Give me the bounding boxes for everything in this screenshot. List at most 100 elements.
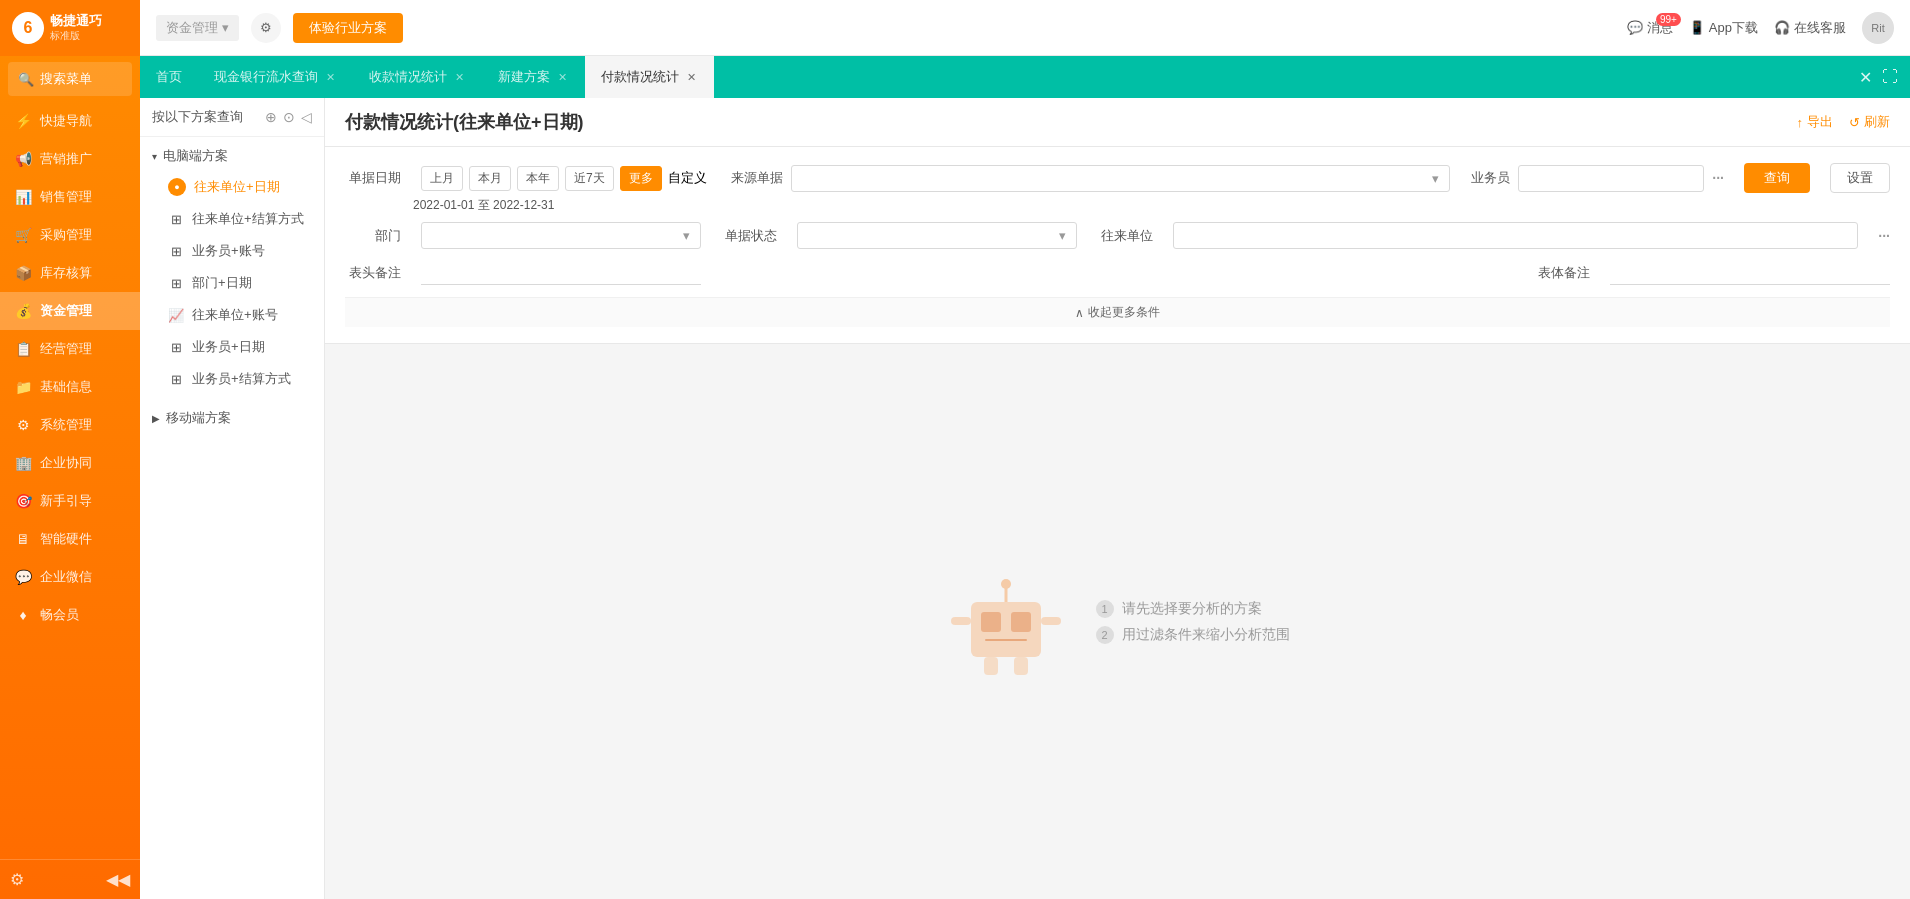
sidebar-item-label: 采购管理 (40, 226, 92, 244)
partner-input[interactable] (1173, 222, 1858, 249)
sidebar-item-inventory[interactable]: 📦 库存核算 (0, 254, 140, 292)
hint-1-text: 请先选择要分析的方案 (1122, 600, 1262, 618)
table-icon: ⊞ (168, 211, 184, 227)
sidebar-item-guide[interactable]: 🎯 新手引导 (0, 482, 140, 520)
tab-receipt-stats[interactable]: 收款情况统计 ✕ (353, 56, 482, 98)
filter-area: 单据日期 上月 本月 本年 近7天 更多 自定义 来源单据 ▾ (325, 147, 1910, 344)
tab-home[interactable]: 首页 (140, 56, 198, 98)
sidebar-item-wechat[interactable]: 💬 企业微信 (0, 558, 140, 596)
sidebar-item-basic[interactable]: 📁 基础信息 (0, 368, 140, 406)
tab-new-scheme-close[interactable]: ✕ (556, 69, 569, 86)
search-menu[interactable]: 🔍 搜索菜单 (8, 62, 132, 96)
scheme-item-staff-date[interactable]: ⊞ 业务员+日期 (140, 331, 324, 363)
scheme-group-mobile-title[interactable]: ▶ 移动端方案 (140, 403, 324, 433)
sidebar-nav: ⚡ 快捷导航 📢 营销推广 📊 销售管理 🛒 采购管理 📦 库存核算 💰 资金管… (0, 102, 140, 859)
export-label: 导出 (1807, 113, 1833, 131)
body-note-input[interactable] (1610, 261, 1890, 285)
collapse-scheme-icon[interactable]: ◁ (301, 109, 312, 125)
topbar-settings-btn[interactable]: ⚙ (251, 13, 281, 43)
scheme-item-partner-date[interactable]: ● 往来单位+日期 (140, 171, 324, 203)
date-options: 上月 本月 本年 近7天 更多 自定义 (421, 166, 707, 191)
doc-status-arrow-icon: ▾ (1059, 228, 1066, 243)
scheme-header: 按以下方案查询 ⊕ ⊙ ◁ (140, 98, 324, 137)
scheme-group-desktop-title[interactable]: ▾ 电脑端方案 (140, 141, 324, 171)
tab-bank-flow-close[interactable]: ✕ (324, 69, 337, 86)
sidebar-item-label: 企业微信 (40, 568, 92, 586)
empty-hint-2: 2 用过滤条件来缩小分析范围 (1096, 626, 1290, 644)
doc-status-select[interactable]: ▾ (797, 222, 1077, 249)
filter-row-1: 单据日期 上月 本月 本年 近7天 更多 自定义 来源单据 ▾ (345, 163, 1890, 193)
add-scheme-icon[interactable]: ⊕ (265, 109, 277, 125)
sidebar-item-operation[interactable]: 📋 经营管理 (0, 330, 140, 368)
sidebar-item-label: 企业协同 (40, 454, 92, 472)
query-btn[interactable]: 查询 (1744, 163, 1810, 193)
sales-icon: 📊 (14, 188, 32, 206)
export-btn[interactable]: ↑ 导出 (1797, 113, 1834, 131)
user-avatar[interactable]: Rit (1862, 12, 1894, 44)
sidebar-item-system[interactable]: ⚙ 系统管理 (0, 406, 140, 444)
tab-bank-flow[interactable]: 现金银行流水查询 ✕ (198, 56, 353, 98)
member-icon: ♦ (14, 606, 32, 624)
date-last-7-days[interactable]: 近7天 (565, 166, 614, 191)
tab-payment-stats-close[interactable]: ✕ (685, 69, 698, 86)
settings-btn[interactable]: 设置 (1830, 163, 1890, 193)
source-doc-select[interactable]: ▾ (791, 165, 1451, 192)
app-download[interactable]: 📱 App下载 (1689, 19, 1758, 37)
online-service[interactable]: 🎧 在线客服 (1774, 19, 1846, 37)
dept-select[interactable]: ▾ (421, 222, 701, 249)
collapse-sidebar-icon[interactable]: ◀◀ (106, 870, 130, 889)
tab-receipt-stats-close[interactable]: ✕ (453, 69, 466, 86)
page-header-actions: ↑ 导出 ↺ 刷新 (1797, 113, 1891, 131)
partner-more-icon[interactable]: ··· (1878, 228, 1890, 244)
scheme-panel: 按以下方案查询 ⊕ ⊙ ◁ ▾ 电脑端方案 ● 往来单位+日期 ⊞ (140, 98, 325, 899)
date-this-month[interactable]: 本月 (469, 166, 511, 191)
scheme-item-label: 往来单位+账号 (192, 306, 278, 324)
empty-illustration (946, 562, 1066, 682)
scheme-item-label: 部门+日期 (192, 274, 252, 292)
topbar: 资金管理 ▾ ⚙ 体验行业方案 💬 消息 99+ 📱 App下载 🎧 在线客服 … (140, 0, 1910, 56)
settings-bottom-icon[interactable]: ⚙ (10, 870, 24, 889)
trial-btn[interactable]: 体验行业方案 (293, 13, 403, 43)
tab-payment-stats[interactable]: 付款情况统计 ✕ (585, 56, 714, 98)
sidebar-item-purchase[interactable]: 🛒 采购管理 (0, 216, 140, 254)
desktop-group-arrow: ▾ (152, 151, 157, 162)
tab-close-all-icon[interactable]: ✕ (1859, 68, 1872, 87)
collapse-btn[interactable]: ∧ 收起更多条件 (345, 297, 1890, 327)
refresh-btn[interactable]: ↺ 刷新 (1849, 113, 1890, 131)
scheme-item-partner-account[interactable]: 📈 往来单位+账号 (140, 299, 324, 331)
breadcrumb[interactable]: 资金管理 ▾ (156, 15, 239, 41)
staff-more-icon[interactable]: ··· (1712, 170, 1724, 186)
dept-arrow-icon: ▾ (683, 228, 690, 243)
sidebar-item-quick-nav[interactable]: ⚡ 快捷导航 (0, 102, 140, 140)
settings-scheme-icon[interactable]: ⊙ (283, 109, 295, 125)
filter-row-2: 部门 ▾ 单据状态 ▾ 往来单位 ··· (345, 222, 1890, 249)
scheme-item-label: 业务员+账号 (192, 242, 265, 260)
tab-home-label: 首页 (156, 68, 182, 86)
date-last-month[interactable]: 上月 (421, 166, 463, 191)
scheme-item-partner-settlement[interactable]: ⊞ 往来单位+结算方式 (140, 203, 324, 235)
date-more[interactable]: 更多 (620, 166, 662, 191)
scheme-item-staff-account[interactable]: ⊞ 业务员+账号 (140, 235, 324, 267)
sidebar-item-member[interactable]: ♦ 畅会员 (0, 596, 140, 634)
sidebar-item-sales[interactable]: 📊 销售管理 (0, 178, 140, 216)
page-header: 付款情况统计(往来单位+日期) ↑ 导出 ↺ 刷新 (325, 98, 1910, 147)
sidebar-item-hardware[interactable]: 🖥 智能硬件 (0, 520, 140, 558)
header-note-input[interactable] (421, 261, 701, 285)
desktop-group-label: 电脑端方案 (163, 147, 228, 165)
date-this-year[interactable]: 本年 (517, 166, 559, 191)
notifications[interactable]: 💬 消息 99+ (1627, 19, 1673, 37)
topbar-right: 💬 消息 99+ 📱 App下载 🎧 在线客服 Rit (1627, 12, 1894, 44)
sidebar-item-fund[interactable]: 💰 资金管理 (0, 292, 140, 330)
svg-rect-6 (951, 617, 971, 625)
tab-new-scheme[interactable]: 新建方案 ✕ (482, 56, 585, 98)
tab-maximize-icon[interactable]: ⛶ (1882, 68, 1898, 86)
sidebar-item-marketing[interactable]: 📢 营销推广 (0, 140, 140, 178)
sidebar-item-label: 智能硬件 (40, 530, 92, 548)
scheme-item-staff-settlement[interactable]: ⊞ 业务员+结算方式 (140, 363, 324, 395)
sidebar-logo: 6 畅捷通巧 标准版 (0, 0, 140, 56)
corp-icon: 🏢 (14, 454, 32, 472)
tabbar-actions: ✕ ⛶ (1847, 56, 1910, 98)
scheme-item-dept-date[interactable]: ⊞ 部门+日期 (140, 267, 324, 299)
staff-input[interactable] (1518, 165, 1704, 192)
sidebar-item-corp[interactable]: 🏢 企业协同 (0, 444, 140, 482)
